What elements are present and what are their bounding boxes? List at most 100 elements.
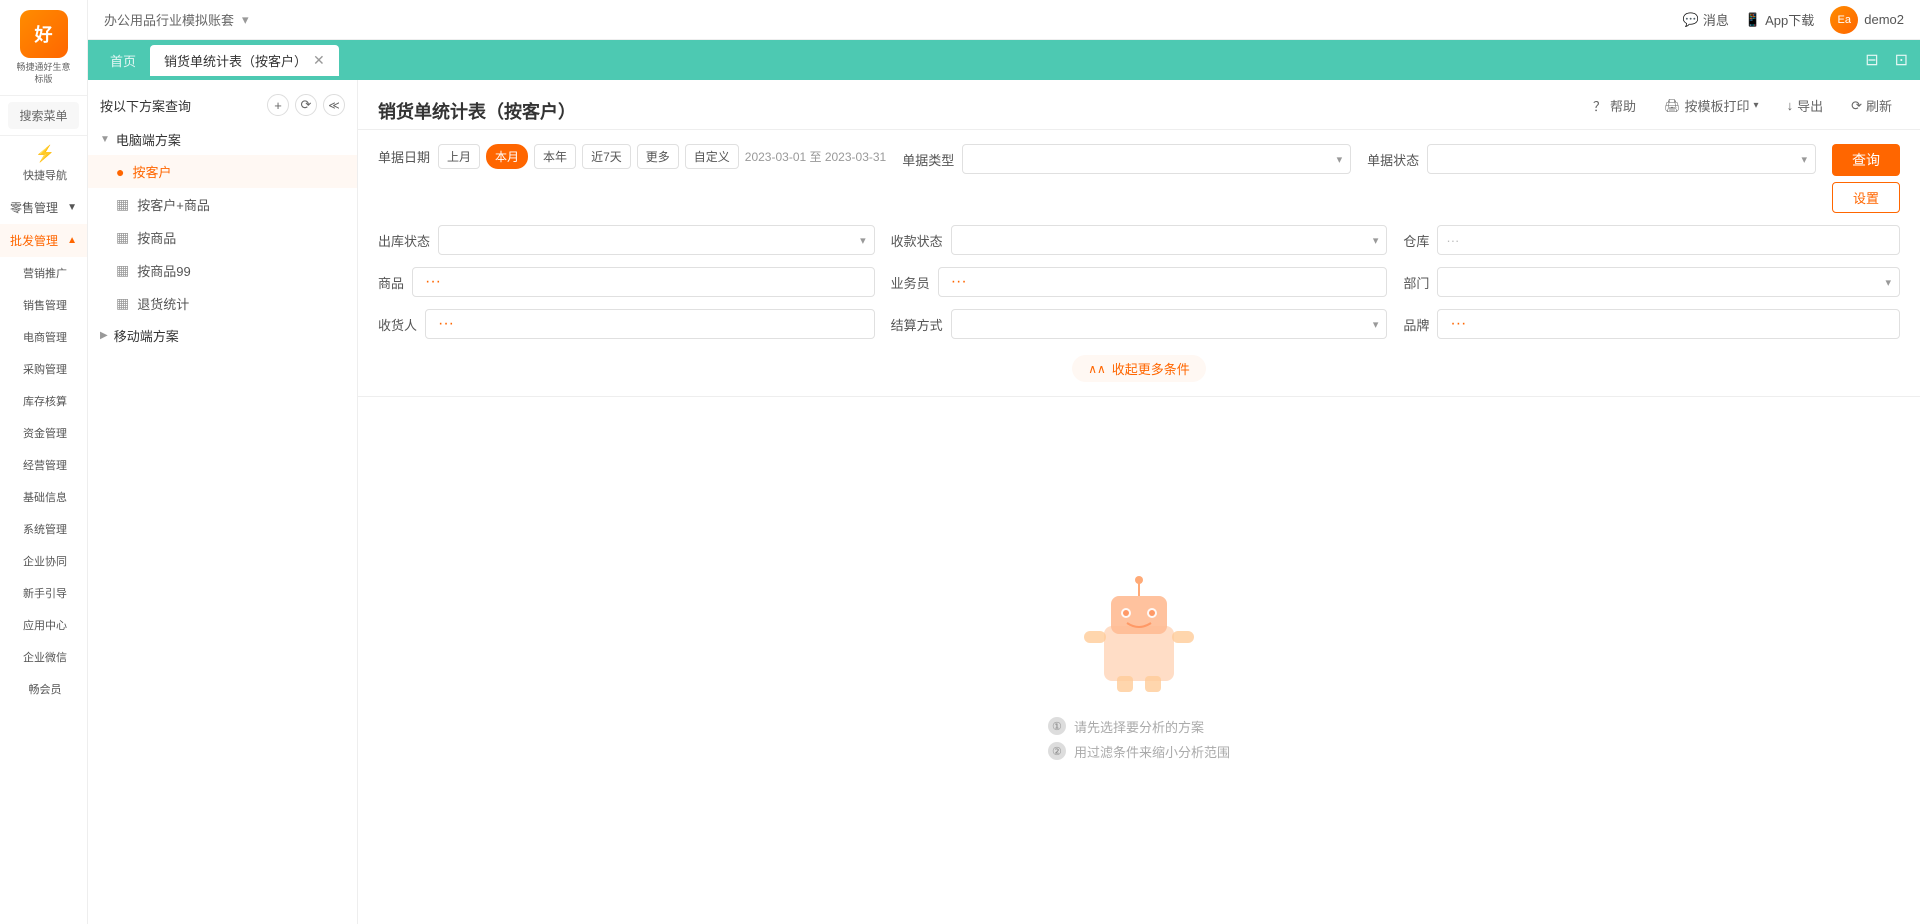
empty-state: ① 请先选择要分析的方案 ② 用过滤条件来缩小分析范围 — [358, 397, 1920, 924]
doc-type-select[interactable]: ▾ — [962, 144, 1351, 174]
date-label: 单据日期 — [378, 147, 430, 166]
sidebar-item-finance[interactable]: 资金管理 — [0, 417, 87, 449]
scheme-group-label: 电脑端方案 — [116, 130, 181, 149]
collapse-section: ∧∧ 收起更多条件 — [378, 347, 1900, 382]
account-selector[interactable]: 办公用品行业模拟账套 — [104, 10, 234, 29]
refresh-button[interactable]: ⟳ 刷新 — [1843, 92, 1900, 119]
sidebar-item-purchase[interactable]: 采购管理 — [0, 353, 87, 385]
tab-sales-stat[interactable]: 销货单统计表（按客户） ✕ — [150, 45, 339, 76]
user-menu-button[interactable]: Ea demo2 — [1830, 6, 1904, 34]
scheme-group-header-mobile[interactable]: ▶ 移动端方案 — [88, 320, 357, 351]
goods-select[interactable]: ··· — [412, 267, 875, 297]
page-header: 销货单统计表（按客户） ？ 帮助 🖨 按模板打印 ▾ ↓ 导出 — [358, 80, 1920, 130]
sidebar-item-label: 资金管理 — [23, 425, 67, 441]
salesperson-label: 业务员 — [891, 273, 930, 292]
sidebar-item-retail[interactable]: 零售管理 ▼ — [0, 191, 87, 224]
empty-hint-2: ② 用过滤条件来缩小分析范围 — [1048, 742, 1230, 761]
sidebar-item-ecommerce[interactable]: 电商管理 — [0, 321, 87, 353]
salesperson-select[interactable]: ··· — [938, 267, 1388, 297]
scheme-panel: 按以下方案查询 + ⟳ ≪ ▼ 电脑端方案 ● 按客户 ▦ — [88, 80, 358, 924]
download-icon: 📱 — [1745, 12, 1761, 28]
dept-select[interactable]: ▾ — [1437, 267, 1900, 297]
tab-minimize-button[interactable]: ⊟ — [1861, 46, 1882, 74]
doc-type-filter: 单据类型 ▾ — [902, 144, 1351, 174]
sidebar-item-label: 库存核算 — [23, 393, 67, 409]
chevron-down-icon: ▾ — [1337, 153, 1343, 166]
sidebar-item-marketing[interactable]: 营销推广 — [0, 257, 87, 289]
chevron-down-icon: ▾ — [1885, 276, 1891, 289]
chevron-down-icon: ▼ — [67, 202, 77, 213]
date-custom-button[interactable]: 自定义 — [685, 144, 739, 169]
query-button[interactable]: 查询 — [1832, 144, 1900, 176]
sidebar-item-enterprise[interactable]: 企业协同 — [0, 545, 87, 577]
date-selector: 上月 本月 本年 近7天 更多 自定义 2023-03-01 至 2023-03… — [438, 144, 886, 169]
consignee-select[interactable]: ··· — [425, 309, 875, 339]
chevron-down-icon: ▾ — [860, 234, 866, 247]
consignee-filter: 收货人 ··· — [378, 309, 875, 339]
doc-status-select[interactable]: ▾ — [1427, 144, 1816, 174]
scheme-item-label: 按商品 — [137, 228, 176, 247]
sidebar-item-label: 批发管理 — [10, 232, 58, 249]
sidebar-item-operations[interactable]: 经营管理 — [0, 449, 87, 481]
date-last-month-button[interactable]: 上月 — [438, 144, 480, 169]
scheme-group-header-desktop[interactable]: ▼ 电脑端方案 — [88, 124, 357, 155]
scheme-item-goods-99[interactable]: ▦ 按商品99 — [88, 254, 357, 287]
sidebar-item-label: 经营管理 — [23, 457, 67, 473]
sidebar-item-system[interactable]: 系统管理 — [0, 513, 87, 545]
refresh-icon: ⟳ — [1851, 98, 1862, 114]
sidebar-item-wechat[interactable]: 企业微信 — [0, 641, 87, 673]
content-area: 按以下方案查询 + ⟳ ≪ ▼ 电脑端方案 ● 按客户 ▦ — [88, 80, 1920, 924]
scheme-panel-title: 按以下方案查询 — [100, 96, 191, 115]
brand-select[interactable]: ··· — [1437, 309, 1900, 339]
hint-number-2: ② — [1048, 742, 1066, 760]
receipt-status-select[interactable]: ▾ — [951, 225, 1388, 255]
out-status-select[interactable]: ▾ — [438, 225, 875, 255]
sidebar-item-newbie[interactable]: 新手引导 — [0, 577, 87, 609]
tab-home[interactable]: 首页 — [96, 45, 150, 76]
refresh-scheme-button[interactable]: ⟳ — [295, 94, 317, 116]
sidebar-item-inventory[interactable]: 库存核算 — [0, 385, 87, 417]
scheme-item-by-customer[interactable]: ● 按客户 — [88, 155, 357, 188]
scheme-group-label: 移动端方案 — [114, 326, 179, 345]
collapse-filter-button[interactable]: ∧∧ 收起更多条件 — [1072, 355, 1206, 382]
doc-status-filter: 单据状态 ▾ — [1367, 144, 1816, 174]
sidebar-item-apps[interactable]: 应用中心 — [0, 609, 87, 641]
app-download-button[interactable]: 📱 App下载 — [1745, 10, 1814, 29]
search-menu-section: 搜索菜单 — [0, 96, 87, 136]
doc-status-label: 单据状态 — [1367, 150, 1419, 169]
sidebar-item-sales[interactable]: 销售管理 — [0, 289, 87, 321]
sidebar-item-wholesale[interactable]: 批发管理 ▲ — [0, 224, 87, 257]
help-icon: ？ — [1593, 96, 1606, 115]
help-button[interactable]: ？ 帮助 — [1585, 92, 1644, 119]
date-filter: 单据日期 上月 本月 本年 近7天 更多 自定义 2023-03-01 至 20… — [378, 144, 886, 169]
scheme-item-return-stat[interactable]: ▦ 退货统计 — [88, 287, 357, 320]
export-button[interactable]: ↓ 导出 — [1779, 92, 1832, 119]
scheme-item-by-goods[interactable]: ▦ 按商品 — [88, 221, 357, 254]
messages-button[interactable]: 💬 消息 — [1683, 10, 1729, 29]
active-scheme-icon: ● — [116, 164, 124, 180]
tab-close-icon[interactable]: ✕ — [313, 52, 325, 69]
sidebar-item-member[interactable]: 畅会员 — [0, 673, 87, 705]
sidebar-item-quick-nav[interactable]: ⚡ 快捷导航 — [0, 136, 87, 191]
payment-label: 结算方式 — [891, 315, 943, 334]
scheme-item-customer-goods[interactable]: ▦ 按客户+商品 — [88, 188, 357, 221]
date-this-year-button[interactable]: 本年 — [534, 144, 576, 169]
date-this-month-button[interactable]: 本月 — [486, 144, 528, 169]
add-scheme-button[interactable]: + — [267, 94, 289, 116]
date-more-button[interactable]: 更多 — [637, 144, 679, 169]
tab-maximize-button[interactable]: ⊡ — [1891, 46, 1912, 74]
search-menu-button[interactable]: 搜索菜单 — [8, 102, 79, 129]
empty-hint-1: ① 请先选择要分析的方案 — [1048, 717, 1230, 736]
sidebar-item-basic[interactable]: 基础信息 — [0, 481, 87, 513]
chevron-up-icon: ∧∧ — [1088, 362, 1106, 376]
print-button[interactable]: 🖨 按模板打印 ▾ — [1656, 92, 1767, 119]
app-logo: 好 畅捷通好生意 标版 — [0, 0, 87, 96]
salesperson-filter: 业务员 ··· — [891, 267, 1388, 297]
warehouse-filter: 仓库 ··· — [1403, 225, 1900, 255]
settings-button[interactable]: 设置 — [1832, 182, 1900, 213]
payment-select[interactable]: ▾ — [951, 309, 1388, 339]
warehouse-select[interactable]: ··· — [1437, 225, 1900, 255]
date-last7days-button[interactable]: 近7天 — [582, 144, 631, 169]
collapse-scheme-button[interactable]: ≪ — [323, 94, 345, 116]
empty-state-svg — [1069, 561, 1209, 701]
